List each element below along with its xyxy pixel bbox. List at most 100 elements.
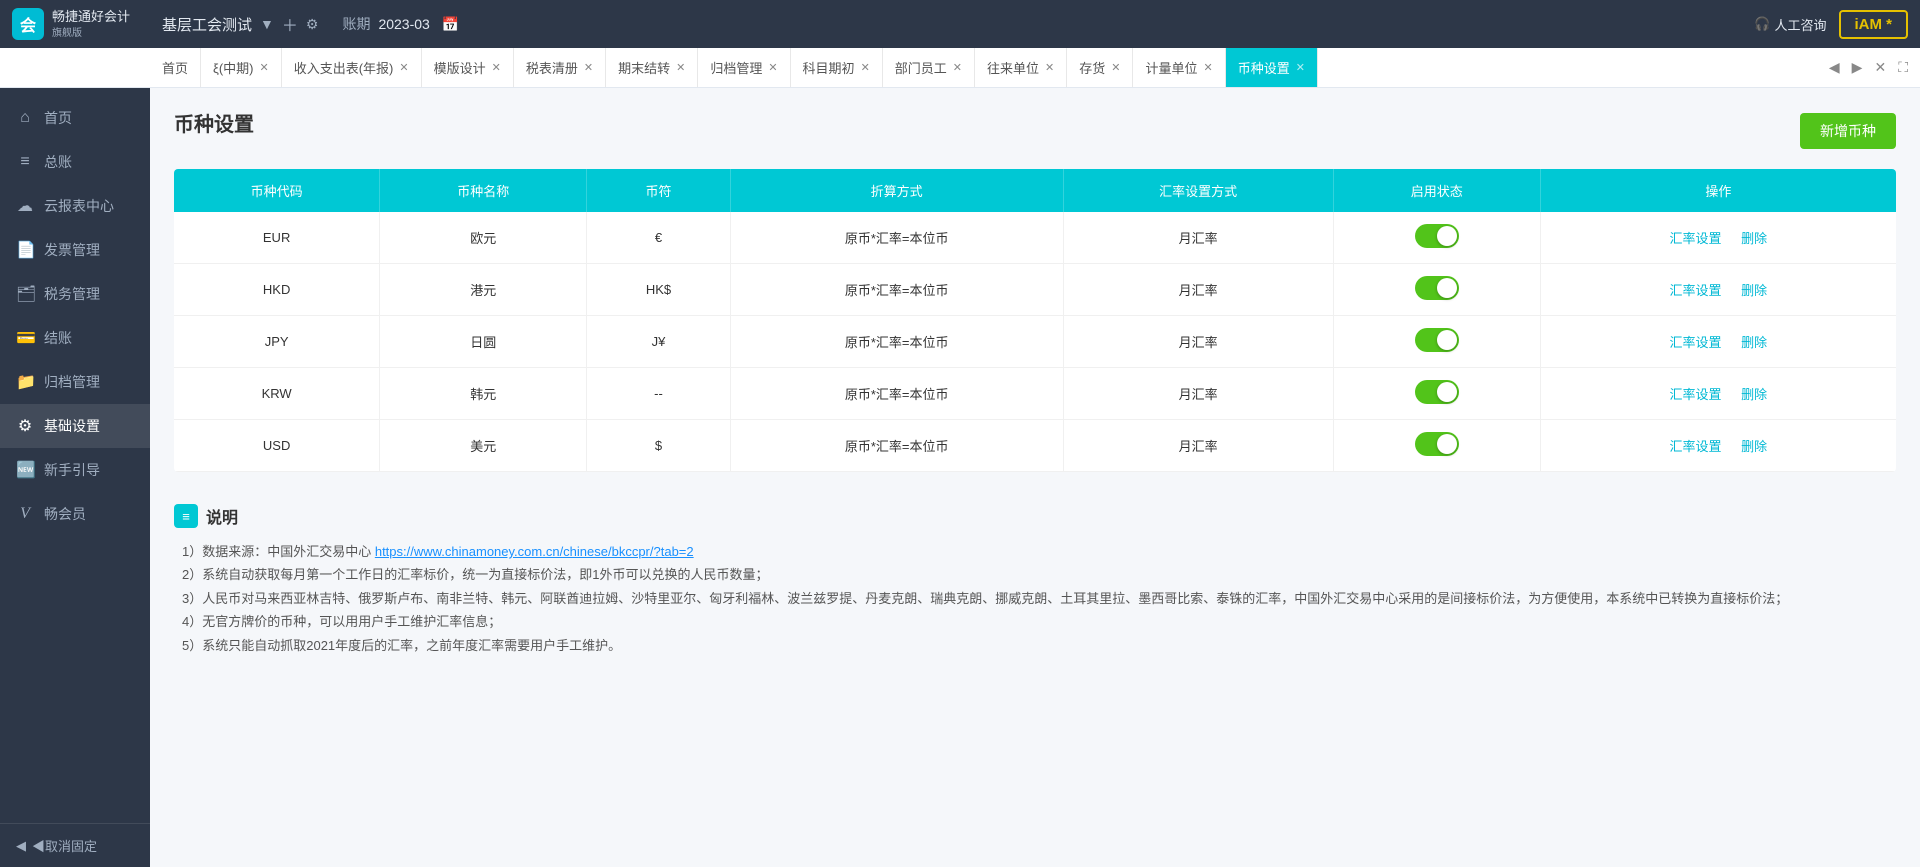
sidebar-item-member[interactable]: V 畅会员	[0, 492, 150, 536]
tab-close-all-icon[interactable]: ✕	[1870, 55, 1890, 80]
toggle-knob	[1437, 382, 1457, 402]
tab-unit-close[interactable]: ✕	[1204, 61, 1213, 74]
tab-contact[interactable]: 往来单位 ✕	[975, 48, 1067, 88]
sidebar-item-guide[interactable]: 🆕 新手引导	[0, 448, 150, 492]
sidebar-item-home[interactable]: ⌂ 首页	[0, 96, 150, 140]
cell-symbol: HK$	[587, 264, 731, 316]
cell-code: KRW	[174, 368, 380, 420]
member-icon: V	[16, 505, 34, 523]
tab-annual[interactable]: 收入支出表(年报) ✕	[282, 48, 422, 88]
calendar-icon[interactable]: 📅	[442, 16, 459, 33]
cell-status[interactable]	[1333, 212, 1540, 264]
period-value: 2023-03	[378, 16, 429, 32]
delete-link[interactable]: 删除	[1741, 335, 1767, 350]
service-button[interactable]: 🎧 人工咨询	[1754, 15, 1826, 34]
tab-tax[interactable]: 税表清册 ✕	[514, 48, 606, 88]
rate-settings-link[interactable]: 汇率设置	[1670, 283, 1722, 298]
notes-section: ≡ 说明 1）数据来源：中国外汇交易中心 https://www.chinamo…	[174, 504, 1896, 657]
sidebar-item-base[interactable]: ⚙ 基础设置	[0, 404, 150, 448]
tab-mid-close[interactable]: ✕	[260, 61, 269, 74]
sidebar-item-ledger[interactable]: ≡ 总账	[0, 140, 150, 184]
tab-currency-close[interactable]: ✕	[1296, 61, 1305, 74]
cell-symbol: €	[587, 212, 731, 264]
logo-icon: 会	[12, 8, 44, 40]
tab-prev-icon[interactable]: ◀	[1825, 55, 1844, 80]
cancel-fixed-button[interactable]: ◀ ◀取消固定	[0, 824, 150, 867]
tab-annual-close[interactable]: ✕	[399, 61, 408, 74]
tab-subject[interactable]: 科目期初 ✕	[791, 48, 883, 88]
sidebar: ⌂ 首页 ≡ 总账 ☁ 云报表中心 📄 发票管理 🗂 税务管理 💳 结账 📁 归…	[0, 88, 150, 867]
notes-item: 1）数据来源：中国外汇交易中心 https://www.chinamoney.c…	[182, 540, 1896, 563]
cell-status[interactable]	[1333, 264, 1540, 316]
tab-mid[interactable]: ξ(中期) ✕	[201, 48, 282, 88]
cell-action: 汇率设置 删除	[1540, 368, 1896, 420]
company-dropdown-icon[interactable]: ▼	[260, 16, 274, 32]
sidebar-item-reports[interactable]: ☁ 云报表中心	[0, 184, 150, 228]
add-company-icon[interactable]: ＋	[282, 12, 298, 36]
notes-link[interactable]: https://www.chinamoney.com.cn/chinese/bk…	[375, 544, 694, 559]
tab-template-close[interactable]: ✕	[492, 61, 501, 74]
tab-unit[interactable]: 计量单位 ✕	[1133, 48, 1225, 88]
tab-fullscreen-icon[interactable]: ⛶	[1894, 55, 1912, 80]
delete-link[interactable]: 删除	[1741, 283, 1767, 298]
cell-status[interactable]	[1333, 368, 1540, 420]
tab-period-end[interactable]: 期末结转 ✕	[606, 48, 698, 88]
toggle-switch[interactable]	[1415, 328, 1459, 352]
company-settings-icon[interactable]: ⚙	[306, 16, 319, 33]
cell-status[interactable]	[1333, 420, 1540, 472]
logo-area: 会 畅捷通好会计 旗舰版	[12, 8, 162, 40]
tab-contact-close[interactable]: ✕	[1045, 61, 1054, 74]
cell-status[interactable]	[1333, 316, 1540, 368]
sidebar-item-settle[interactable]: 💳 结账	[0, 316, 150, 360]
notes-list: 1）数据来源：中国外汇交易中心 https://www.chinamoney.c…	[174, 540, 1896, 657]
new-currency-button[interactable]: 新增币种	[1800, 113, 1896, 149]
notes-title-text: 说明	[206, 504, 238, 528]
tab-home[interactable]: 首页	[150, 48, 201, 88]
col-rate-type: 汇率设置方式	[1063, 169, 1333, 212]
toggle-switch[interactable]	[1415, 432, 1459, 456]
tab-bar: 首页 ξ(中期) ✕ 收入支出表(年报) ✕ 模版设计 ✕ 税表清册 ✕ 期末结…	[0, 48, 1920, 88]
tab-next-icon[interactable]: ▶	[1848, 55, 1867, 80]
notes-item: 2）系统自动获取每月第一个工作日的汇率标价，统一为直接标价法，即1外币可以兑换的…	[182, 563, 1896, 586]
tab-subject-label: 科目期初	[803, 58, 855, 77]
cell-code: HKD	[174, 264, 380, 316]
toggle-switch[interactable]	[1415, 380, 1459, 404]
tab-home-label: 首页	[162, 58, 188, 77]
sidebar-invoice-label: 发票管理	[44, 240, 100, 260]
toggle-switch[interactable]	[1415, 224, 1459, 248]
cell-action: 汇率设置 删除	[1540, 316, 1896, 368]
rate-settings-link[interactable]: 汇率设置	[1670, 439, 1722, 454]
col-name: 币种名称	[380, 169, 587, 212]
delete-link[interactable]: 删除	[1741, 439, 1767, 454]
sidebar-item-invoice[interactable]: 📄 发票管理	[0, 228, 150, 272]
tab-inventory-close[interactable]: ✕	[1111, 61, 1120, 74]
tab-dept-close[interactable]: ✕	[953, 61, 962, 74]
sidebar-item-archive[interactable]: 📁 归档管理	[0, 360, 150, 404]
toggle-knob	[1437, 226, 1457, 246]
tab-currency[interactable]: 币种设置 ✕	[1226, 48, 1318, 88]
rate-settings-link[interactable]: 汇率设置	[1670, 231, 1722, 246]
delete-link[interactable]: 删除	[1741, 231, 1767, 246]
tab-archive[interactable]: 归档管理 ✕	[698, 48, 790, 88]
rate-settings-link[interactable]: 汇率设置	[1670, 387, 1722, 402]
tab-period-end-close[interactable]: ✕	[676, 61, 685, 74]
iam-button[interactable]: iAM *	[1839, 10, 1909, 39]
tab-subject-close[interactable]: ✕	[861, 61, 870, 74]
notes-item: 3）人民币对马来西亚林吉特、俄罗斯卢布、南非兰特、韩元、阿联酋迪拉姆、沙特里亚尔…	[182, 587, 1896, 610]
company-name: 基层工会测试	[162, 14, 252, 35]
invoice-icon: 📄	[16, 240, 34, 260]
cell-code: JPY	[174, 316, 380, 368]
col-symbol: 币符	[587, 169, 731, 212]
tab-tax-close[interactable]: ✕	[584, 61, 593, 74]
cancel-fixed-label: ◀取消固定	[32, 836, 97, 855]
tab-archive-close[interactable]: ✕	[768, 61, 777, 74]
rate-settings-link[interactable]: 汇率设置	[1670, 335, 1722, 350]
sidebar-item-tax[interactable]: 🗂 税务管理	[0, 272, 150, 316]
header-right: 🎧 人工咨询 iAM *	[1754, 10, 1908, 39]
cell-code: EUR	[174, 212, 380, 264]
delete-link[interactable]: 删除	[1741, 387, 1767, 402]
toggle-switch[interactable]	[1415, 276, 1459, 300]
tab-inventory[interactable]: 存货 ✕	[1067, 48, 1133, 88]
tab-dept[interactable]: 部门员工 ✕	[883, 48, 975, 88]
tab-template[interactable]: 模版设计 ✕	[422, 48, 514, 88]
